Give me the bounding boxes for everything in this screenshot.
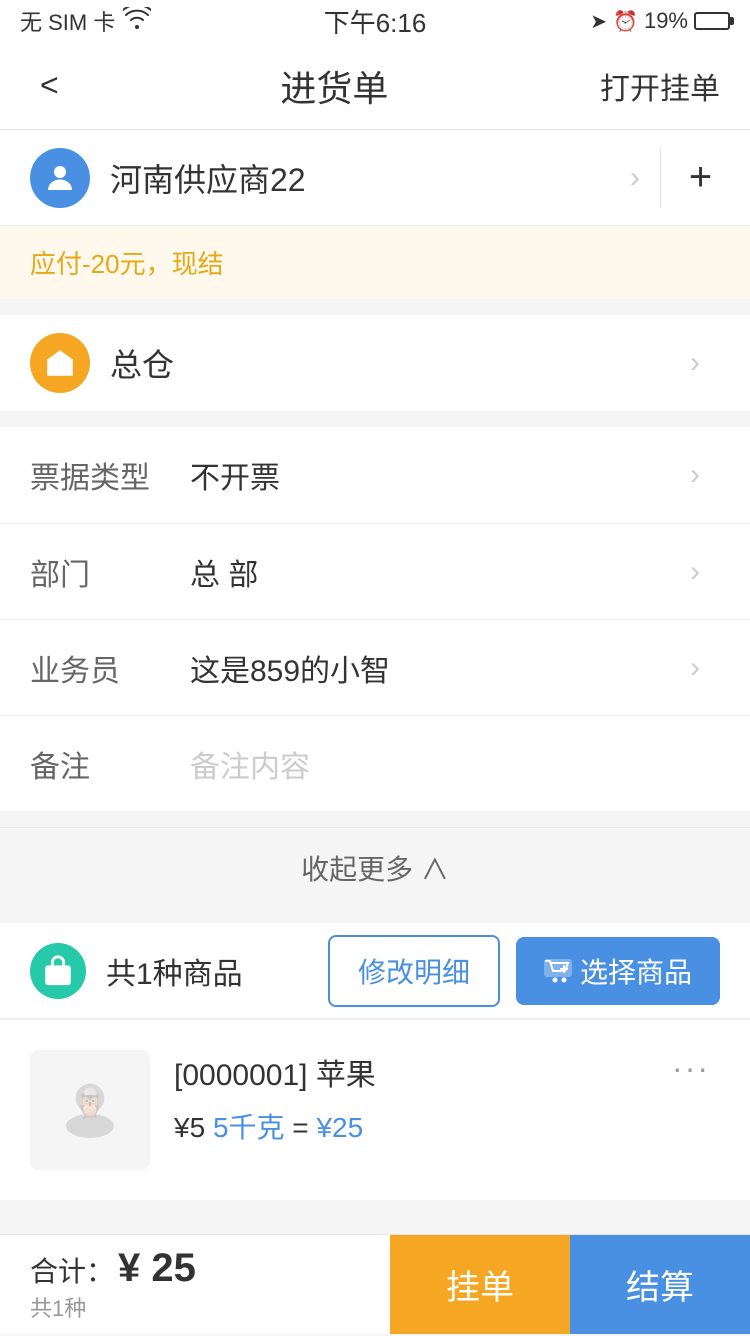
supplier-card: 河南供应商22 › + 应付-20元，现结 xyxy=(0,130,750,299)
total-amount: ¥ 25 xyxy=(118,1246,196,1291)
status-time: 下午6:16 xyxy=(324,3,427,40)
product-more-button[interactable]: ··· xyxy=(662,1050,720,1087)
product-total: ¥25 xyxy=(316,1112,363,1143)
edit-detail-button[interactable]: 修改明细 xyxy=(328,935,500,1007)
product-unit-price: ¥5 xyxy=(174,1112,205,1143)
back-button[interactable]: < xyxy=(30,57,69,114)
status-bar: 无 SIM 卡 下午6:16 ➤ ⏰ 19% xyxy=(0,0,750,42)
product-thumbnail: 🦉 xyxy=(30,1050,150,1170)
warehouse-row[interactable]: 总仓 › xyxy=(0,315,750,411)
add-supplier-button[interactable]: + xyxy=(660,148,720,208)
equals-sign: = xyxy=(292,1112,316,1143)
warehouse-chevron-icon: › xyxy=(690,346,700,380)
product-header: 共1种商品 修改明细 选择商品 xyxy=(0,923,750,1019)
person-icon xyxy=(42,160,78,196)
cart-icon xyxy=(544,959,572,983)
department-label: 部门 xyxy=(30,550,190,594)
warehouse-name: 总仓 xyxy=(110,340,690,386)
invoice-type-value: 不开票 xyxy=(190,453,690,497)
supplier-name: 河南供应商22 xyxy=(110,155,630,201)
carrier-label: 无 SIM 卡 xyxy=(20,5,115,37)
total-count: 共1种 xyxy=(30,1291,360,1323)
warehouse-icon xyxy=(30,333,90,393)
form-card: 票据类型 不开票 › 部门 总 部 › 业务员 这是859的小智 › 备注 备注… xyxy=(0,427,750,811)
product-count: 共1种商品 xyxy=(106,949,328,993)
remark-placeholder: 备注内容 xyxy=(190,742,310,786)
chevron-right-icon: › xyxy=(630,161,640,195)
svg-text:🦉: 🦉 xyxy=(75,1093,105,1120)
bottom-bar: 合计： ¥ 25 共1种 挂单 结算 xyxy=(0,1234,750,1334)
battery-icon xyxy=(694,12,730,30)
content-area: 河南供应商22 › + 应付-20元，现结 总仓 › 票据类型 不开票 › 部门 xyxy=(0,130,750,1336)
status-left: 无 SIM 卡 xyxy=(20,5,151,37)
salesman-row[interactable]: 业务员 这是859的小智 › xyxy=(0,619,750,715)
supplier-avatar xyxy=(30,148,90,208)
product-card: 共1种商品 修改明细 选择商品 xyxy=(0,923,750,1200)
total-section: 合计： ¥ 25 共1种 xyxy=(0,1235,390,1334)
wifi-icon xyxy=(123,7,151,35)
product-title: 苹果 xyxy=(316,1059,376,1092)
settle-button[interactable]: 结算 xyxy=(570,1235,750,1334)
location-icon: ➤ xyxy=(590,9,607,34)
product-name: [0000001] 苹果 xyxy=(174,1050,662,1094)
select-product-label: 选择商品 xyxy=(580,951,692,991)
total-label: 合计： xyxy=(30,1250,114,1290)
product-code: [0000001] xyxy=(174,1059,307,1092)
department-row[interactable]: 部门 总 部 › xyxy=(0,523,750,619)
alarm-icon: ⏰ xyxy=(613,9,638,34)
warehouse-card: 总仓 › xyxy=(0,315,750,411)
department-chevron-icon: › xyxy=(690,555,700,589)
product-quantity: 5千克 xyxy=(213,1112,285,1143)
department-value: 总 部 xyxy=(190,550,690,594)
page-title: 进货单 xyxy=(280,60,388,112)
salesman-label: 业务员 xyxy=(30,646,190,690)
product-info: [0000001] 苹果 ¥5 5千克 = ¥25 xyxy=(174,1050,662,1146)
product-price-row: ¥5 5千克 = ¥25 xyxy=(174,1106,662,1146)
product-item: 🦉 [0000001] 苹果 ¥5 5千克 = ¥25 ··· xyxy=(0,1019,750,1200)
product-thumb-icon: 🦉 xyxy=(50,1070,130,1150)
invoice-chevron-icon: › xyxy=(690,458,700,492)
invoice-type-row[interactable]: 票据类型 不开票 › xyxy=(0,427,750,523)
battery-percent: 19% xyxy=(644,8,688,34)
supplier-notice: 应付-20元，现结 xyxy=(0,226,750,299)
remark-row[interactable]: 备注 备注内容 xyxy=(0,715,750,811)
collapse-more-button[interactable]: 收起更多 ∧ xyxy=(0,827,750,907)
bag-icon xyxy=(41,954,75,988)
nav-bar: < 进货单 打开挂单 xyxy=(0,42,750,130)
product-header-icon xyxy=(30,943,86,999)
invoice-type-label: 票据类型 xyxy=(30,453,190,497)
salesman-chevron-icon: › xyxy=(690,651,700,685)
remark-label: 备注 xyxy=(30,742,190,786)
separator xyxy=(0,907,750,923)
hang-button[interactable]: 挂单 xyxy=(390,1235,570,1334)
select-product-button[interactable]: 选择商品 xyxy=(516,937,720,1005)
salesman-value: 这是859的小智 xyxy=(190,646,690,690)
status-right: ➤ ⏰ 19% xyxy=(590,8,730,34)
open-hang-button[interactable]: 打开挂单 xyxy=(600,64,720,108)
supplier-row[interactable]: 河南供应商22 › + xyxy=(0,130,750,226)
house-icon xyxy=(43,346,77,380)
